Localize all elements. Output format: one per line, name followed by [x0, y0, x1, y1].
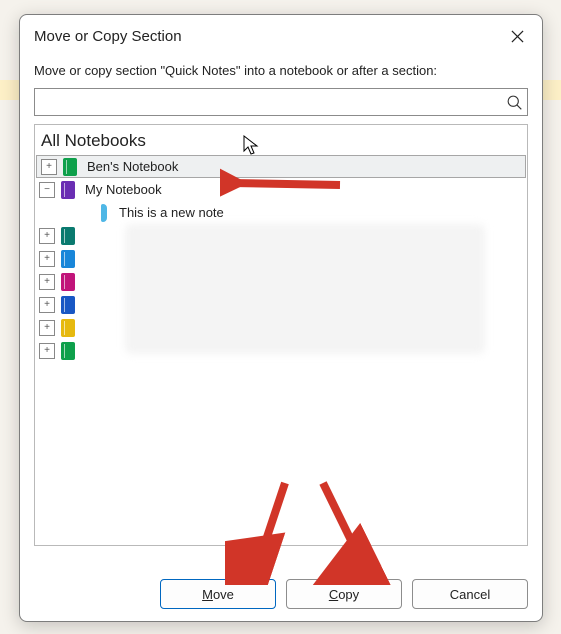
tree-expander-icon[interactable]: +	[39, 228, 55, 244]
notebook-icon	[61, 319, 75, 337]
search-icon[interactable]	[501, 94, 527, 111]
tree-item-label: My Notebook	[85, 182, 162, 197]
close-button[interactable]	[504, 23, 530, 49]
search-row	[34, 88, 528, 116]
tree-expander-icon[interactable]: +	[39, 297, 55, 313]
search-input[interactable]	[35, 90, 501, 114]
notebook-icon	[63, 158, 77, 176]
button-row: Move Copy Cancel	[160, 579, 528, 609]
copy-button[interactable]: Copy	[286, 579, 402, 609]
dialog-title: Move or Copy Section	[34, 28, 182, 45]
instruction-text: Move or copy section "Quick Notes" into …	[20, 51, 542, 84]
tree-expander-icon[interactable]: +	[39, 343, 55, 359]
tree-expander-icon[interactable]: +	[39, 251, 55, 267]
tree-expander-icon	[79, 206, 93, 220]
tree-notebook-item[interactable]: +	[35, 339, 527, 362]
tree-expander-icon[interactable]: −	[39, 182, 55, 198]
tree-notebook-item[interactable]: +	[35, 316, 527, 339]
move-copy-dialog: Move or Copy Section Move or copy sectio…	[19, 14, 543, 622]
notebook-icon	[61, 296, 75, 314]
tree-heading: All Notebooks	[35, 125, 527, 155]
tree-notebook-item[interactable]: − My Notebook	[35, 178, 527, 201]
tree-notebook-item[interactable]: +	[35, 293, 527, 316]
tree-notebook-item[interactable]: +	[35, 247, 527, 270]
tree-expander-icon[interactable]: +	[39, 320, 55, 336]
notebook-icon	[61, 342, 75, 360]
titlebar: Move or Copy Section	[20, 15, 542, 51]
tree-section-item[interactable]: This is a new note	[35, 201, 527, 224]
tree-item-label: Ben's Notebook	[87, 159, 178, 174]
tree-expander-icon[interactable]: +	[39, 274, 55, 290]
close-icon	[511, 30, 524, 43]
notebook-icon	[61, 250, 75, 268]
notebook-icon	[61, 227, 75, 245]
tree-notebook-item[interactable]: +	[35, 270, 527, 293]
move-button[interactable]: Move	[160, 579, 276, 609]
notebook-icon	[61, 181, 75, 199]
tree-expander-icon[interactable]: +	[41, 159, 57, 175]
tree-item-label: This is a new note	[119, 205, 224, 220]
notebook-icon	[61, 273, 75, 291]
section-icon	[101, 204, 107, 222]
notebook-tree[interactable]: All Notebooks + Ben's Notebook − My Noteboo…	[34, 124, 528, 546]
cancel-button[interactable]: Cancel	[412, 579, 528, 609]
tree-notebook-item[interactable]: + Ben's Notebook	[36, 155, 526, 178]
